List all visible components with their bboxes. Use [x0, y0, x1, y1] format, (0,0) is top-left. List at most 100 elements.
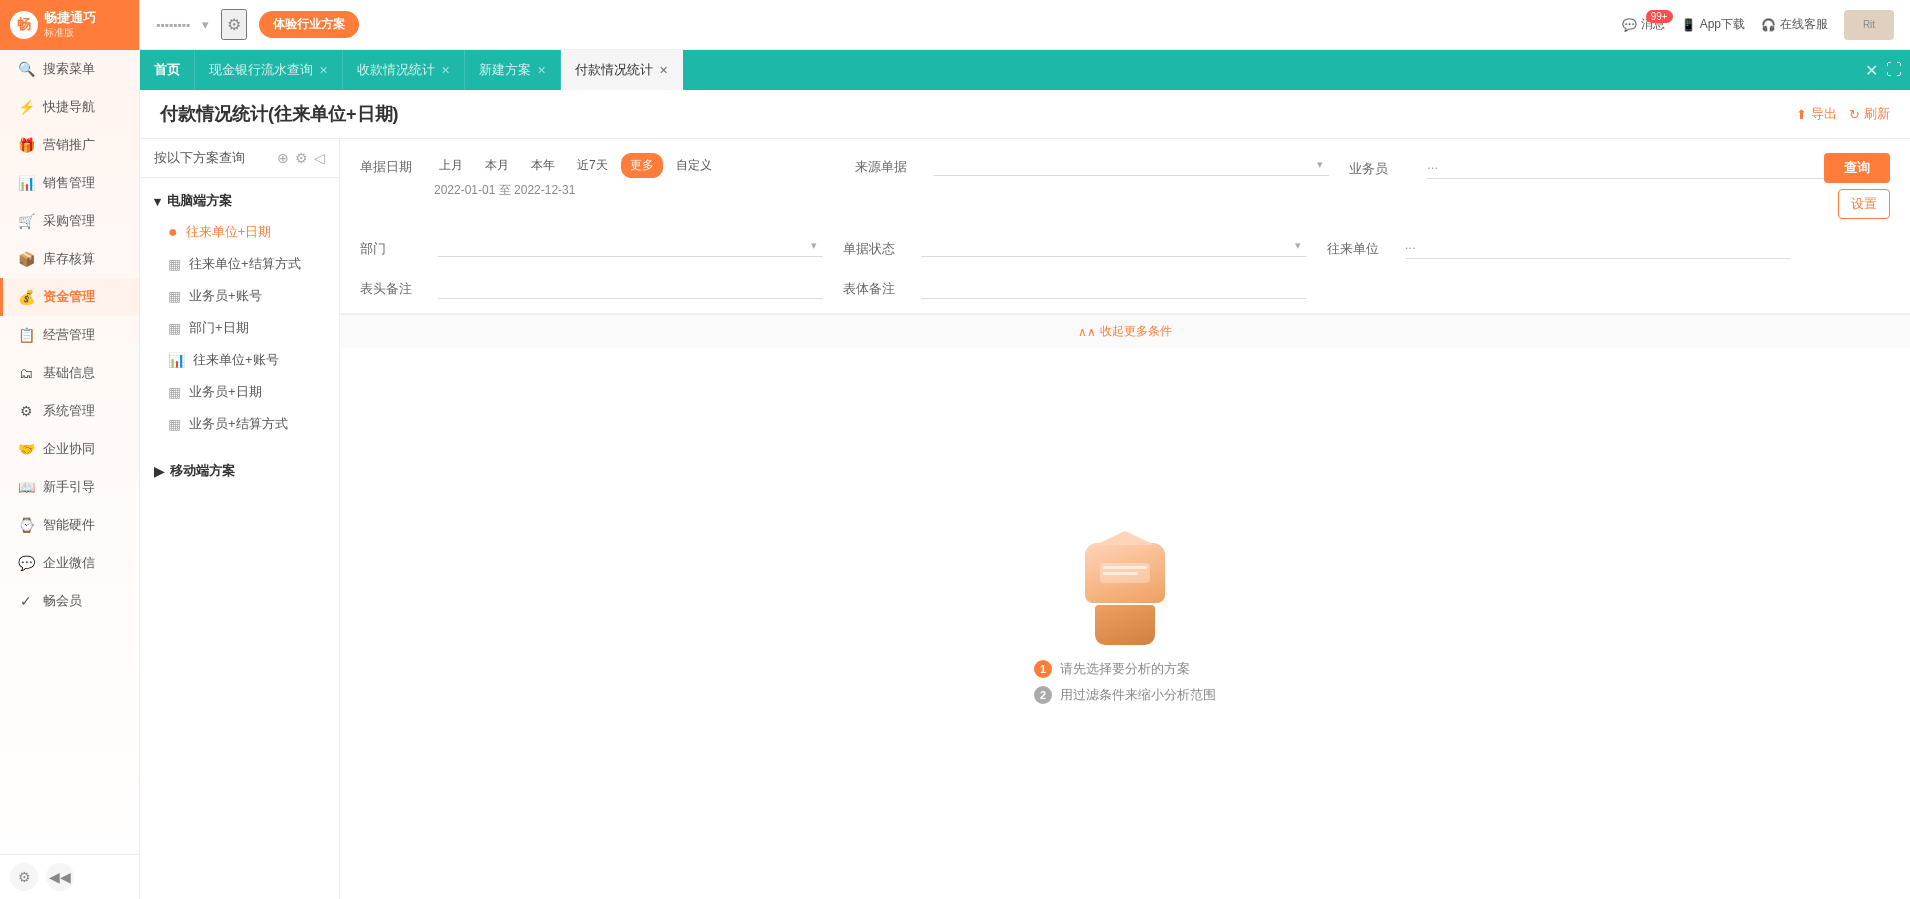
- watch-icon: ⌚: [17, 516, 35, 534]
- tabbar: 首页 现金银行流水查询 ✕ 收款情况统计 ✕ 新建方案 ✕ 付款情况统计 ✕ ✕…: [140, 50, 1910, 90]
- topbar-right-actions: 💬 消息 99+ 📱 App下载 🎧 在线客服 Rit: [1622, 10, 1894, 40]
- user-avatar[interactable]: Rit: [1844, 10, 1894, 40]
- messages-btn[interactable]: 💬 消息 99+: [1622, 16, 1665, 33]
- dept-select[interactable]: ▾: [438, 235, 823, 257]
- breadcrumb-arrow: ▾: [202, 17, 209, 32]
- sidebar-item-search[interactable]: 🔍 搜索菜单: [0, 50, 139, 88]
- scheme-dept-date[interactable]: ▦ 部门+日期: [140, 312, 339, 344]
- page-header: 付款情况统计(往来单位+日期) ⬆ 导出 ↻ 刷新: [140, 90, 1910, 139]
- scheme-icon-1: ▦: [168, 256, 181, 272]
- date-more-btn[interactable]: 更多: [621, 153, 663, 178]
- sidebar-navigation: 🔍 搜索菜单 ⚡ 快捷导航 🎁 营销推广 📊 销售管理 🛒 采购管理 📦 库存核…: [0, 50, 139, 854]
- clipboard-icon: 📋: [17, 326, 35, 344]
- breadcrumb-home: ▪▪▪▪▪▪▪▪: [156, 18, 190, 32]
- sidebar-item-guide[interactable]: 📖 新手引导: [0, 468, 139, 506]
- sidebar-item-business[interactable]: 📋 经营管理: [0, 316, 139, 354]
- collapse-panel-btn[interactable]: ◁: [314, 150, 325, 166]
- staff-input[interactable]: ...: [1427, 153, 1824, 179]
- scheme-partner-account[interactable]: 📊 往来单位+账号: [140, 344, 339, 376]
- sidebar-item-system[interactable]: ⚙ 系统管理: [0, 392, 139, 430]
- trial-industry-btn[interactable]: 体验行业方案: [259, 11, 359, 38]
- scheme-staff-account[interactable]: ▦ 业务员+账号: [140, 280, 339, 312]
- left-scheme-panel: 按以下方案查询 ⊕ ⚙ ◁ ▾ 电脑端方案 ● 往来单位+日期: [140, 139, 340, 899]
- tab-close-new[interactable]: ✕: [537, 64, 546, 77]
- page-header-actions: ⬆ 导出 ↻ 刷新: [1796, 105, 1890, 123]
- sidebar-item-enterprise[interactable]: 🤝 企业协同: [0, 430, 139, 468]
- partner-input[interactable]: ...: [1405, 233, 1790, 259]
- source-label: 来源单据: [855, 153, 925, 176]
- body-note-input[interactable]: [921, 273, 1306, 299]
- section-arrow-right: ▶: [154, 464, 164, 479]
- scheme-staff-settle[interactable]: ▦ 业务员+结算方式: [140, 408, 339, 440]
- tab-bank[interactable]: 现金银行流水查询 ✕: [195, 50, 343, 90]
- date-last-month-btn[interactable]: 上月: [430, 153, 472, 178]
- filter-settings-btn[interactable]: 设置: [1838, 189, 1890, 219]
- collapse-sidebar-btn[interactable]: ◀◀: [46, 863, 74, 891]
- refresh-btn[interactable]: ↻ 刷新: [1849, 105, 1890, 123]
- logo-icon: 畅: [10, 11, 38, 39]
- sidebar-item-sales[interactable]: 📊 销售管理: [0, 164, 139, 202]
- topbar-settings-btn[interactable]: ⚙: [221, 9, 247, 40]
- empty-illustration: [1065, 544, 1185, 644]
- doc-status-arrow: ▾: [1295, 239, 1301, 252]
- date-custom-btn[interactable]: 自定义: [667, 153, 721, 178]
- date-this-year-btn[interactable]: 本年: [522, 153, 564, 178]
- date-7days-btn[interactable]: 近7天: [568, 153, 617, 178]
- tab-close-bank[interactable]: ✕: [319, 64, 328, 77]
- gear-icon: ⚙: [17, 402, 35, 420]
- dept-label: 部门: [360, 235, 430, 258]
- search-icon: 🔍: [17, 60, 35, 78]
- collapse-conditions-btn[interactable]: ∧∧ 收起更多条件: [340, 314, 1910, 348]
- maximize-window-btn[interactable]: ⛶: [1886, 61, 1902, 79]
- query-btn[interactable]: 查询: [1824, 153, 1890, 183]
- sidebar-item-quick[interactable]: ⚡ 快捷导航: [0, 88, 139, 126]
- tab-close-payment[interactable]: ✕: [659, 64, 668, 77]
- sidebar-item-vip[interactable]: ✓ 畅会员: [0, 582, 139, 620]
- handshake-icon: 🤝: [17, 440, 35, 458]
- gift-icon: 🎁: [17, 136, 35, 154]
- partner-dots: ...: [1405, 237, 1416, 252]
- tab-home[interactable]: 首页: [140, 50, 195, 90]
- sidebar-item-hardware[interactable]: ⌚ 智能硬件: [0, 506, 139, 544]
- content-area: 付款情况统计(往来单位+日期) ⬆ 导出 ↻ 刷新 按以下方案查询 ⊕: [140, 90, 1910, 899]
- sidebar-item-fund[interactable]: 💰 资金管理: [0, 278, 139, 316]
- doc-status-label: 单据状态: [843, 235, 913, 258]
- scheme-staff-date[interactable]: ▦ 业务员+日期: [140, 376, 339, 408]
- sidebar-item-marketing[interactable]: 🎁 营销推广: [0, 126, 139, 164]
- close-window-btn[interactable]: ✕: [1865, 61, 1878, 80]
- sidebar-item-stock[interactable]: 📦 库存核算: [0, 240, 139, 278]
- tab-receipt[interactable]: 收款情况统计 ✕: [343, 50, 465, 90]
- scheme-partner-settle[interactable]: ▦ 往来单位+结算方式: [140, 248, 339, 280]
- tab-payment[interactable]: 付款情况统计 ✕: [561, 50, 683, 90]
- sidebar-item-wechat[interactable]: 💬 企业微信: [0, 544, 139, 582]
- settings-footer-btn[interactable]: ⚙: [10, 863, 38, 891]
- sidebar-item-basic[interactable]: 🗂 基础信息: [0, 354, 139, 392]
- mobile-scheme-title[interactable]: ▶ 移动端方案: [140, 456, 339, 486]
- messages-badge: 99+: [1646, 10, 1673, 23]
- download-icon: 📱: [1681, 18, 1696, 32]
- sidebar-item-purchase[interactable]: 🛒 采购管理: [0, 202, 139, 240]
- scheme-settings-btn[interactable]: ⚙: [295, 150, 308, 166]
- scheme-panel-header: 按以下方案查询 ⊕ ⚙ ◁: [140, 139, 339, 178]
- message-icon: 💬: [1622, 18, 1637, 32]
- date-this-month-btn[interactable]: 本月: [476, 153, 518, 178]
- doc-status-select[interactable]: ▾: [921, 235, 1306, 257]
- app-download-btn[interactable]: 📱 App下载: [1681, 16, 1745, 33]
- source-select[interactable]: ▾: [933, 154, 1330, 176]
- tab-new[interactable]: 新建方案 ✕: [465, 50, 561, 90]
- scheme-icon-4: 📊: [168, 352, 185, 368]
- online-service-btn[interactable]: 🎧 在线客服: [1761, 16, 1828, 33]
- header-note-input[interactable]: [438, 273, 823, 299]
- chart-icon: 📊: [17, 174, 35, 192]
- fund-icon: 💰: [17, 288, 35, 306]
- scheme-icon-2: ▦: [168, 288, 181, 304]
- export-btn[interactable]: ⬆ 导出: [1796, 105, 1837, 123]
- desktop-scheme-title[interactable]: ▾ 电脑端方案: [140, 186, 339, 216]
- add-scheme-btn[interactable]: ⊕: [277, 150, 289, 166]
- scheme-partner-date[interactable]: ● 往来单位+日期: [140, 216, 339, 248]
- chevron-up-icon: ∧∧: [1078, 325, 1096, 339]
- scheme-icon-6: ▦: [168, 416, 181, 432]
- header-note-label: 表头备注: [360, 275, 430, 298]
- tab-close-receipt[interactable]: ✕: [441, 64, 450, 77]
- service-icon: 🎧: [1761, 18, 1776, 32]
